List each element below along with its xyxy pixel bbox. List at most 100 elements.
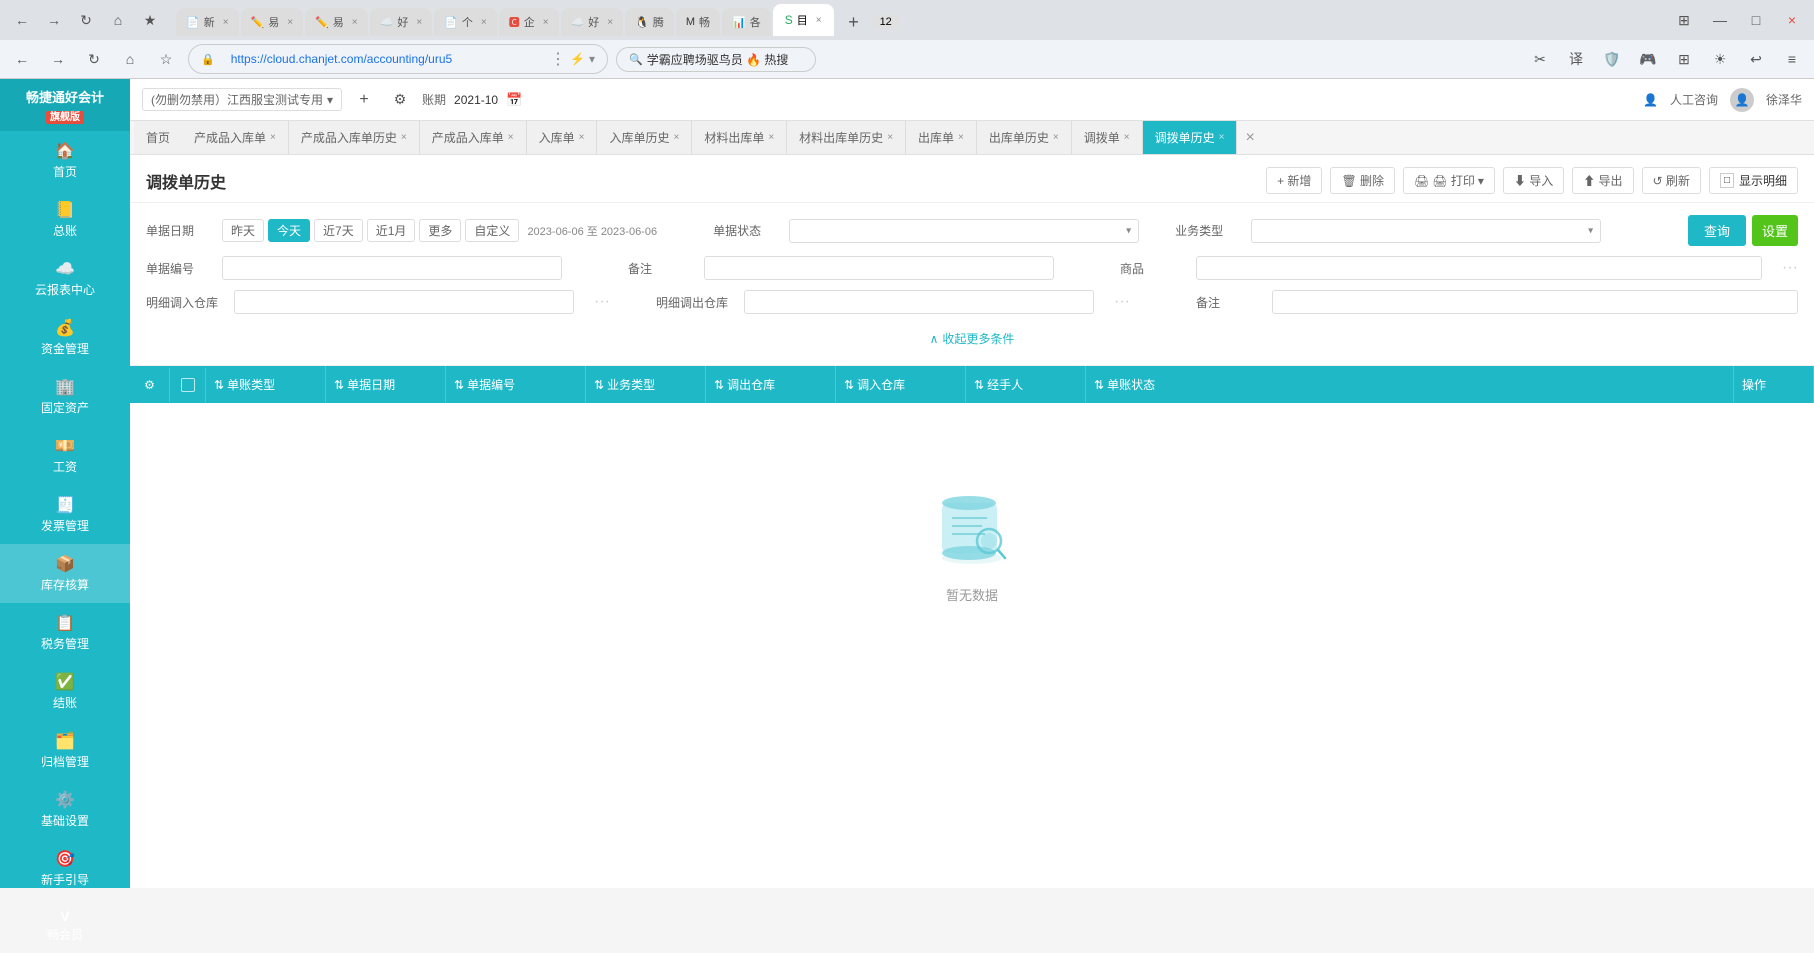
minimize-button[interactable]: — <box>1706 6 1734 34</box>
tab-close-5[interactable]: × <box>673 132 679 143</box>
sidebar-item-archive[interactable]: 🗂️ 归档管理 <box>0 721 130 780</box>
browser-tab-1[interactable]: 📄 新 × <box>176 8 239 36</box>
close-all-tabs-button[interactable]: × <box>1237 125 1262 151</box>
print-button[interactable]: 🖨 🖨 打印 ▾ <box>1403 167 1495 194</box>
browser-tab-2[interactable]: ✏️ 易 × <box>241 8 304 36</box>
date-today-btn[interactable]: 今天 <box>268 219 310 242</box>
delete-button[interactable]: 🗑 删除 <box>1330 167 1395 194</box>
back-button[interactable]: ← <box>8 6 36 34</box>
date-7days-btn[interactable]: 近7天 <box>314 219 363 242</box>
th-doc-type[interactable]: ⇅ 单账类型 <box>206 366 326 403</box>
goods-input[interactable] <box>1196 256 1762 280</box>
collapse-button[interactable]: ∧ 收起更多条件 <box>930 330 1015 347</box>
export-button[interactable]: ⬆ 导出 <box>1572 167 1633 194</box>
refresh-nav-button[interactable]: ↻ <box>80 45 108 73</box>
tab-material-out[interactable]: 材料出库单 × <box>692 121 787 154</box>
tab-close-9[interactable]: × <box>1053 132 1059 143</box>
home-button[interactable]: ⌂ <box>104 6 132 34</box>
tab-product-in[interactable]: 产成品入库单 × <box>182 121 289 154</box>
app-logo[interactable]: 畅捷通好会计 旗舰版 <box>0 79 130 131</box>
refresh-button[interactable]: ↺ 刷新 <box>1642 167 1701 194</box>
maximize-button[interactable]: □ <box>1742 6 1770 34</box>
tab-close-3[interactable]: × <box>508 132 514 143</box>
tab-out-history[interactable]: 出库单历史 × <box>977 121 1072 154</box>
browser-tab-5[interactable]: 📄 个 × <box>434 8 497 36</box>
tab-grid-button[interactable]: ⊞ <box>1670 6 1698 34</box>
settings-query-button[interactable]: 设置 <box>1752 215 1798 246</box>
add-company-button[interactable]: + <box>350 86 378 114</box>
tab-product-in-history[interactable]: 产成品入库单历史 × <box>289 121 420 154</box>
import-button[interactable]: ⬇ 导入 <box>1503 167 1564 194</box>
sidebar-item-inventory[interactable]: 📦 库存核算 <box>0 544 130 603</box>
sidebar-item-funds[interactable]: 💰 资金管理 <box>0 308 130 367</box>
sidebar-item-home[interactable]: 🏠 首页 <box>0 131 130 190</box>
browser-tab-7[interactable]: ☁️ 好 × <box>561 8 624 36</box>
company-settings-icon[interactable]: ⚙ <box>386 86 414 114</box>
date-1month-btn[interactable]: 近1月 <box>367 219 416 242</box>
user-service-label[interactable]: 人工咨询 <box>1670 91 1718 108</box>
tab-out-order[interactable]: 出库单 × <box>906 121 977 154</box>
th-handler[interactable]: ⇅ 经手人 <box>966 366 1086 403</box>
tab-transfer[interactable]: 调拨单 × <box>1072 121 1143 154</box>
new-button[interactable]: + 新增 <box>1266 167 1322 194</box>
out-warehouse-more-icon[interactable]: ··· <box>1114 293 1130 311</box>
goods-more-icon[interactable]: ··· <box>1782 259 1798 277</box>
browser-tab-10[interactable]: 📊 各 <box>722 8 771 36</box>
tab-close-10[interactable]: × <box>1124 132 1130 143</box>
tab-product-in-2[interactable]: 产成品入库单 × <box>420 121 527 154</box>
user-avatar[interactable]: 👤 <box>1730 88 1754 112</box>
extra-remark-input[interactable] <box>1272 290 1798 314</box>
browser-tab-4[interactable]: ☁️ 好 × <box>370 8 433 36</box>
browser-tab-9[interactable]: M 畅 <box>676 8 720 36</box>
browser-tab-3[interactable]: ✏️ 易 × <box>305 8 368 36</box>
th-checkbox[interactable] <box>170 368 206 402</box>
translate-icon[interactable]: 译 <box>1562 45 1590 73</box>
status-select[interactable] <box>789 219 1139 243</box>
forward-button[interactable]: → <box>40 6 68 34</box>
calendar-icon[interactable]: 📅 <box>506 92 522 108</box>
address-input[interactable] <box>219 48 546 70</box>
menu-icon[interactable]: ≡ <box>1778 45 1806 73</box>
star-button[interactable]: ☆ <box>152 45 180 73</box>
in-warehouse-input[interactable] <box>234 290 574 314</box>
reload-button[interactable]: ↻ <box>72 6 100 34</box>
show-fields-button[interactable]: □ 显示明细 <box>1709 167 1798 194</box>
th-settings[interactable]: ⚙ <box>130 368 170 402</box>
undo-icon[interactable]: ↩ <box>1742 45 1770 73</box>
sidebar-item-guide[interactable]: 🎯 新手引导 <box>0 839 130 898</box>
doc-num-input[interactable] <box>222 256 562 280</box>
th-in-warehouse[interactable]: ⇅ 调入仓库 <box>836 366 966 403</box>
tab-close-1[interactable]: × <box>270 132 276 143</box>
out-warehouse-input[interactable] <box>744 290 1094 314</box>
biz-type-select[interactable] <box>1251 219 1601 243</box>
date-more-btn[interactable]: 更多 <box>419 219 461 242</box>
th-doc-date[interactable]: ⇅ 单据日期 <box>326 366 446 403</box>
browser-tab-8[interactable]: 🐧 腾 <box>625 8 674 36</box>
sidebar-item-close[interactable]: ✅ 结账 <box>0 662 130 721</box>
home-nav-button[interactable]: ⌂ <box>116 45 144 73</box>
tab-close-2[interactable]: × <box>401 132 407 143</box>
tab-close-6[interactable]: × <box>768 132 774 143</box>
bookmark-button[interactable]: ★ <box>136 6 164 34</box>
browser-tab-11[interactable]: S 目 × <box>773 4 834 36</box>
back-nav-button[interactable]: ← <box>8 45 36 73</box>
forward-nav-button[interactable]: → <box>44 45 72 73</box>
th-biz-type[interactable]: ⇅ 业务类型 <box>586 366 706 403</box>
tab-close-7[interactable]: × <box>887 132 893 143</box>
extension-icon-1[interactable]: 🛡️ <box>1598 45 1626 73</box>
sidebar-item-ledger[interactable]: 📒 总账 <box>0 190 130 249</box>
sidebar-item-assets[interactable]: 🏢 固定资产 <box>0 367 130 426</box>
sidebar-item-invoice[interactable]: 🧾 发票管理 <box>0 485 130 544</box>
query-button[interactable]: 查询 <box>1688 215 1746 246</box>
in-warehouse-more-icon[interactable]: ··· <box>594 293 610 311</box>
tab-close-4[interactable]: × <box>579 132 585 143</box>
date-custom-btn[interactable]: 自定义 <box>465 219 519 242</box>
sidebar-item-settings[interactable]: ⚙️ 基础设置 <box>0 780 130 839</box>
column-settings-icon[interactable]: ⚙ <box>144 378 155 392</box>
company-selector[interactable]: (勿删勿禁用）江西服宝测试专用 ▾ <box>142 88 342 111</box>
sidebar-item-vip[interactable]: V 畅会员 <box>0 898 130 953</box>
tab-in-order[interactable]: 入库单 × <box>527 121 598 154</box>
select-all-checkbox[interactable] <box>181 378 195 392</box>
sidebar-item-tax[interactable]: 📋 税务管理 <box>0 603 130 662</box>
th-out-warehouse[interactable]: ⇅ 调出仓库 <box>706 366 836 403</box>
